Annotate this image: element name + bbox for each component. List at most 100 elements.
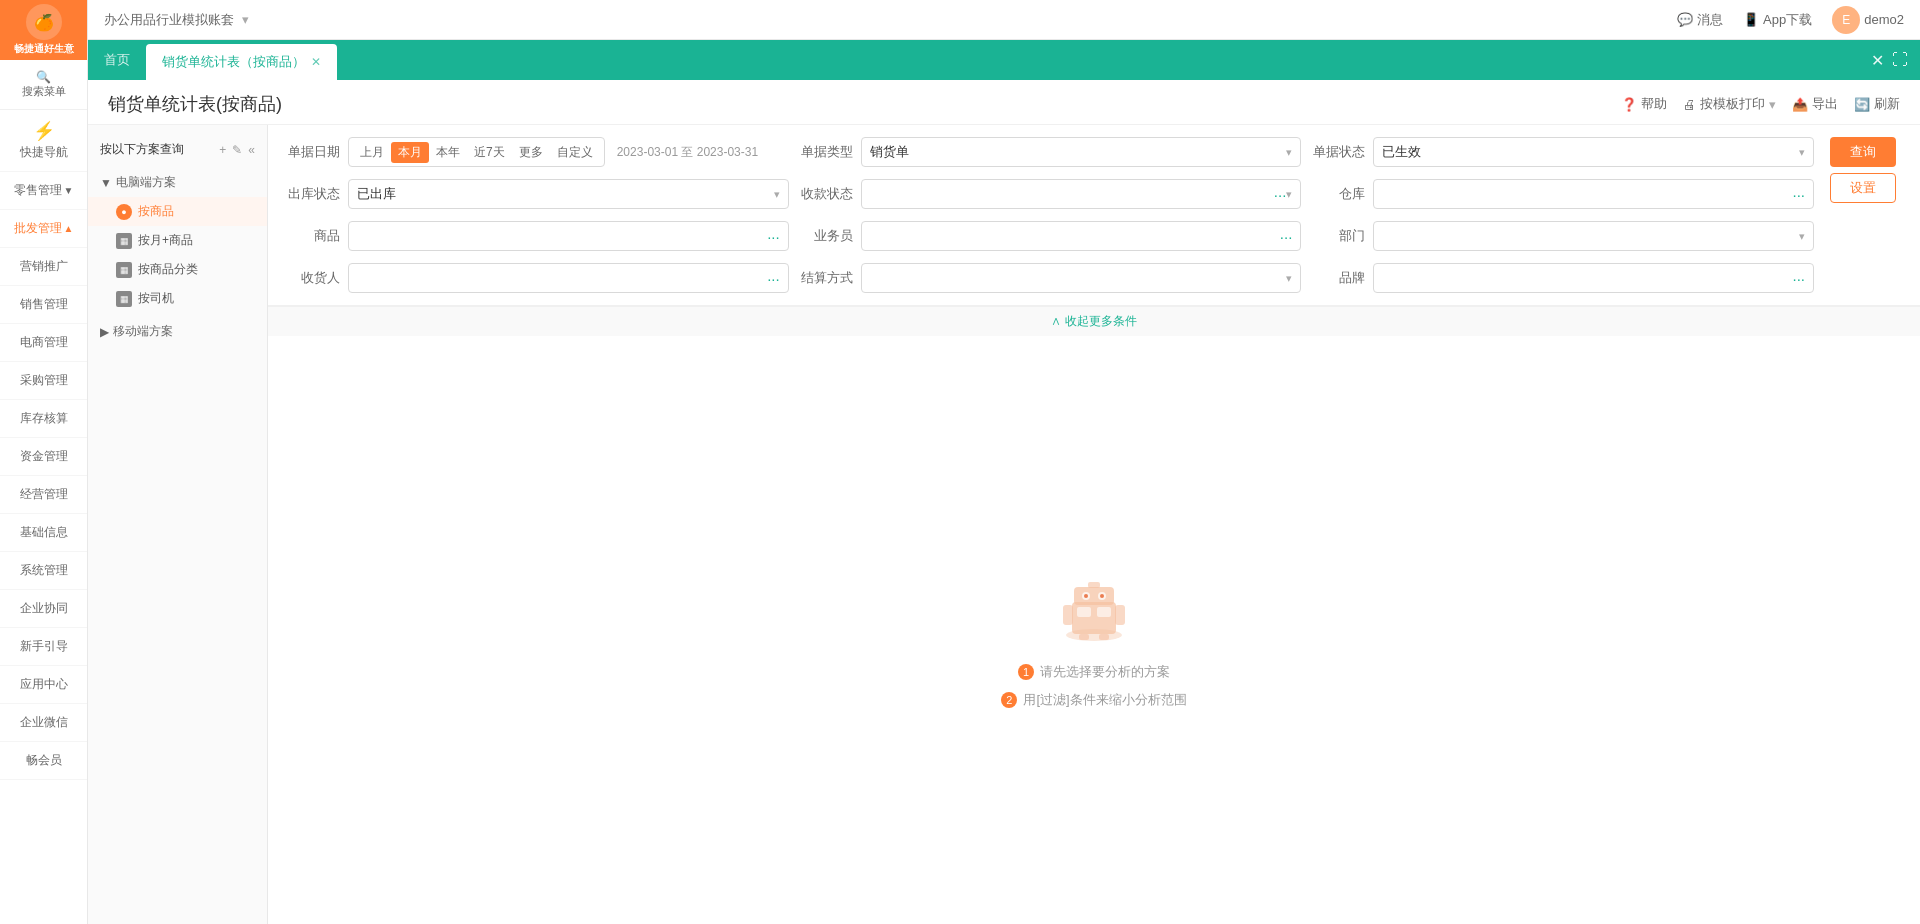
scheme-group-collapse-icon: ▶ — [100, 325, 109, 339]
doc-status-label: 单据状态 — [1313, 143, 1365, 161]
sidebar-item-app-center[interactable]: 应用中心 — [0, 666, 87, 704]
export-btn[interactable]: 📤 导出 — [1792, 95, 1838, 113]
date-btn-custom[interactable]: 自定义 — [550, 142, 600, 163]
product-input[interactable]: ··· — [348, 221, 789, 251]
doc-status-select[interactable]: 已生效 ▾ — [1373, 137, 1814, 167]
filter-salesperson: 业务员 ··· — [801, 221, 1302, 251]
tip-text-1: 请先选择要分析的方案 — [1040, 663, 1170, 681]
scheme-group-pc-title[interactable]: ▼ 电脑端方案 — [88, 168, 267, 197]
filter-warehouse: 仓库 ··· — [1313, 179, 1814, 209]
scheme-item-icon: ▦ — [116, 233, 132, 249]
receiver-input[interactable]: ··· — [348, 263, 789, 293]
doc-type-dropdown-icon: ▾ — [1286, 146, 1292, 159]
scheme-item-by-printer[interactable]: ▦ 按司机 — [88, 284, 267, 313]
payment-status-select[interactable]: ··· ▾ — [861, 179, 1302, 209]
page-content: 销货单统计表(按商品) ❓ 帮助 🖨 按模板打印 ▾ 📤 导出 🔄 刷新 — [88, 80, 1920, 924]
query-area: 单据日期 上月 本月 本年 近7天 更多 自定义 — [268, 125, 1920, 924]
help-icon: ❓ — [1621, 97, 1637, 112]
collapse-bar[interactable]: ∧ 收起更多条件 — [268, 306, 1920, 336]
close-tab-icon[interactable]: ✕ — [311, 55, 321, 69]
ops-mgmt-label: 经营管理 — [20, 487, 68, 501]
query-button[interactable]: 查询 — [1830, 137, 1896, 167]
filter-receiver: 收货人 ··· — [288, 263, 789, 293]
tab-sales-stats[interactable]: 销货单统计表（按商品） ✕ — [146, 44, 337, 80]
scheme-item-by-product[interactable]: ● 按商品 — [88, 197, 267, 226]
sidebar-item-corp-wechat[interactable]: 企业微信 — [0, 704, 87, 742]
empty-state: 1 请先选择要分析的方案 2 用[过滤]条件来缩小分析范围 — [268, 336, 1920, 924]
date-btn-more[interactable]: 更多 — [512, 142, 550, 163]
date-btn-this-year[interactable]: 本年 — [429, 142, 467, 163]
user-menu-btn[interactable]: E demo2 — [1832, 6, 1904, 34]
sidebar-item-basics[interactable]: 基础信息 — [0, 514, 87, 552]
warehouse-label: 仓库 — [1313, 185, 1365, 203]
receiver-label: 收货人 — [288, 269, 340, 287]
tab-home[interactable]: 首页 — [88, 40, 146, 80]
date-btn-this-month[interactable]: 本月 — [391, 142, 429, 163]
sidebar-item-corp-coop[interactable]: 企业协同 — [0, 590, 87, 628]
warehouse-input[interactable]: ··· — [1373, 179, 1814, 209]
fullscreen-icon[interactable]: ⛶ — [1892, 51, 1908, 69]
tip-text-2: 用[过滤]条件来缩小分析范围 — [1023, 691, 1186, 709]
sidebar-item-sys-mgmt[interactable]: 系统管理 — [0, 552, 87, 590]
payment-status-dropdown-icon: ▾ — [1286, 188, 1292, 201]
sidebar-item-search[interactable]: 🔍 搜索菜单 — [0, 60, 87, 110]
refresh-btn[interactable]: 🔄 刷新 — [1854, 95, 1900, 113]
filter-settlement: 结算方式 ▾ — [801, 263, 1302, 293]
out-status-select[interactable]: 已出库 ▾ — [348, 179, 789, 209]
scheme-item-by-month-product[interactable]: ▦ 按月+商品 — [88, 226, 267, 255]
sidebar-item-ecommerce[interactable]: 电商管理 — [0, 324, 87, 362]
sales-mgmt-label: 销售管理 — [20, 297, 68, 311]
date-btn-7days[interactable]: 近7天 — [467, 142, 512, 163]
sidebar-item-inventory[interactable]: 库存核算 — [0, 400, 87, 438]
message-icon: 💬 — [1677, 12, 1693, 27]
close-all-tabs-icon[interactable]: ✕ — [1871, 51, 1884, 70]
print-btn[interactable]: 🖨 按模板打印 ▾ — [1683, 95, 1776, 113]
doc-type-value: 销货单 — [870, 143, 1287, 161]
edit-scheme-icon[interactable]: ✎ — [232, 143, 242, 157]
sidebar-item-wholesale[interactable]: 批发管理 ▲ — [0, 210, 87, 248]
payment-status-dots: ··· — [1274, 186, 1287, 203]
print-icon: 🖨 — [1683, 97, 1696, 112]
settings-button[interactable]: 设置 — [1830, 173, 1896, 203]
ecommerce-label: 电商管理 — [20, 335, 68, 349]
sidebar-item-new-guide[interactable]: 新手引导 — [0, 628, 87, 666]
sidebar-item-sales-mgmt[interactable]: 销售管理 — [0, 286, 87, 324]
doc-type-select[interactable]: 销货单 ▾ — [861, 137, 1302, 167]
sidebar-item-quick-nav[interactable]: ⚡ 快捷导航 — [0, 110, 87, 172]
sidebar-item-member[interactable]: 畅会员 — [0, 742, 87, 780]
sidebar-item-retail[interactable]: 零售管理 ▼ — [0, 172, 87, 210]
filter-doc-type: 单据类型 销货单 ▾ — [801, 137, 1302, 167]
collapse-scheme-icon[interactable]: « — [248, 143, 255, 157]
date-btn-last-month[interactable]: 上月 — [353, 142, 391, 163]
new-guide-label: 新手引导 — [20, 639, 68, 653]
sidebar-item-marketing[interactable]: 营销推广 — [0, 248, 87, 286]
add-scheme-icon[interactable]: + — [219, 143, 226, 157]
department-label: 部门 — [1313, 227, 1365, 245]
scheme-group-mobile-title[interactable]: ▶ 移动端方案 — [88, 317, 267, 346]
scheme-item-icon: ● — [116, 204, 132, 220]
main-area: 办公用品行业模拟账套 ▾ 💬 消息 📱 App下载 E demo2 首页 — [88, 0, 1920, 924]
scheme-group-pc: ▼ 电脑端方案 ● 按商品 ▦ 按月+商品 ▦ 按商品分类 — [88, 168, 267, 313]
filter-payment-status: 收款状态 ··· ▾ — [801, 179, 1302, 209]
settlement-dropdown-icon: ▾ — [1286, 272, 1292, 285]
brand-dots: ··· — [1792, 270, 1805, 287]
receiver-dots: ··· — [767, 270, 780, 287]
sidebar-item-ops-mgmt[interactable]: 经营管理 — [0, 476, 87, 514]
scheme-item-by-product-category[interactable]: ▦ 按商品分类 — [88, 255, 267, 284]
sidebar-item-purchase[interactable]: 采购管理 — [0, 362, 87, 400]
workspace-selector[interactable]: 办公用品行业模拟账套 ▾ — [104, 11, 249, 29]
salesperson-input[interactable]: ··· — [861, 221, 1302, 251]
scheme-item-icon: ▦ — [116, 262, 132, 278]
settlement-select[interactable]: ▾ — [861, 263, 1302, 293]
purchase-label: 采购管理 — [20, 373, 68, 387]
svg-rect-10 — [1063, 605, 1073, 625]
refresh-icon: 🔄 — [1854, 97, 1870, 112]
help-btn[interactable]: ❓ 帮助 — [1621, 95, 1667, 113]
app-center-label: 应用中心 — [20, 677, 68, 691]
app-download-btn[interactable]: 📱 App下载 — [1743, 11, 1812, 29]
department-select[interactable]: ▾ — [1373, 221, 1814, 251]
tip-num-1: 1 — [1018, 664, 1034, 680]
sidebar-item-finance[interactable]: 资金管理 — [0, 438, 87, 476]
message-btn[interactable]: 💬 消息 — [1677, 11, 1723, 29]
brand-input[interactable]: ··· — [1373, 263, 1814, 293]
